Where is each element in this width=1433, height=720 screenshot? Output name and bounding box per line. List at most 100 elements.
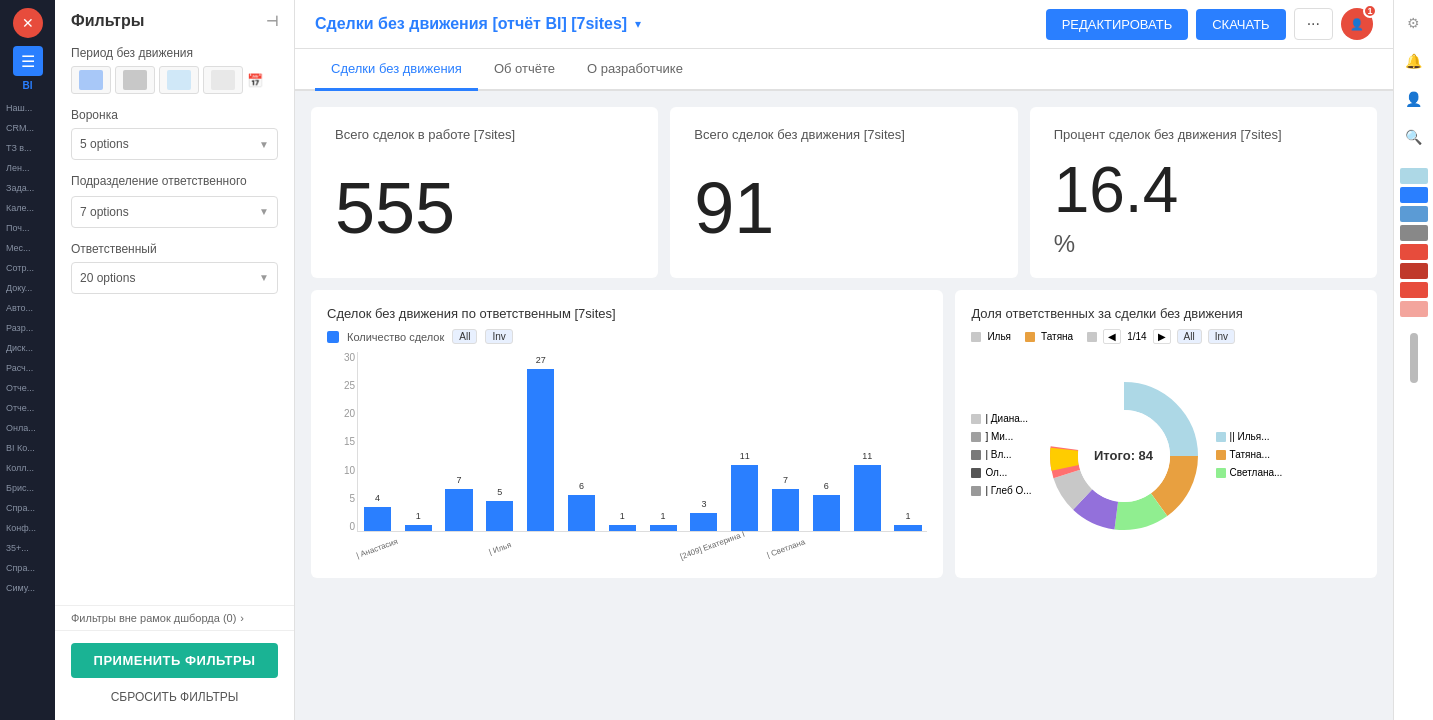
y-tick: 10 [327, 465, 355, 476]
pie-legend-item: Ол... [971, 467, 1031, 478]
top-bar-right: РЕДАКТИРОВАТЬ СКАЧАТЬ ··· 👤 1 [1046, 8, 1373, 40]
bar[interactable]: 1 [894, 525, 921, 531]
menu-icon[interactable]: ☰ [13, 46, 43, 76]
download-button[interactable]: СКАЧАТЬ [1196, 9, 1285, 40]
kpi-inactive-deals-value: 91 [694, 158, 993, 258]
pie-label: || Илья... [1230, 431, 1270, 442]
pie-legend-item: Светлана... [1216, 467, 1283, 478]
responsible-select-value: 20 options [80, 271, 135, 285]
tab-about-report[interactable]: Об отчёте [478, 49, 571, 91]
bar-bottom-label: | Светлана [760, 536, 810, 562]
sidebar-item-nav-24[interactable]: Спра... [4, 559, 51, 577]
bar[interactable]: 27 [527, 369, 554, 531]
sidebar-item-nav-23[interactable]: 35+... [4, 539, 51, 557]
notifications-icon[interactable]: 🔔 [1399, 46, 1429, 76]
kpi-percent-unit: % [1054, 230, 1353, 258]
sidebar-item-nav-9[interactable]: Сотр... [4, 259, 51, 277]
funnel-select[interactable]: 5 options ▼ [71, 128, 278, 160]
sidebar-item-nav-17[interactable]: Онла... [4, 419, 51, 437]
pie-donut-area: | Диана... ] Ми... | Вл... Ол... [971, 350, 1361, 562]
sidebar-item-nav-19[interactable]: Колл... [4, 459, 51, 477]
sidebar-item-nav-18[interactable]: BI Ко... [4, 439, 51, 457]
bar[interactable]: 11 [854, 465, 881, 531]
calendar-icon[interactable]: 📅 [247, 73, 263, 88]
department-select[interactable]: 7 options ▼ [71, 196, 278, 228]
bar[interactable]: 7 [772, 489, 799, 531]
more-options-button[interactable]: ··· [1294, 8, 1333, 40]
pie-first-legend-dot [971, 332, 981, 342]
sidebar-item-nav-14[interactable]: Расч... [4, 359, 51, 377]
sidebar-item-nav-6[interactable]: Кале... [4, 199, 51, 217]
pie-chart-card: Доля ответственных за сделки без движени… [955, 290, 1377, 578]
user-icon[interactable]: 👤 [1399, 84, 1429, 114]
sidebar-item-nav-25[interactable]: Симу... [4, 579, 51, 597]
pie-nav-dot [1087, 332, 1097, 342]
pie-legend-item: Татяна... [1216, 449, 1283, 460]
legend-inv-button[interactable]: Inv [485, 329, 512, 344]
bar[interactable]: 5 [486, 501, 513, 531]
sidebar-item-nav-2[interactable]: CRM... [4, 119, 51, 137]
bar-top-label: 7 [457, 475, 462, 485]
bar-top-label: 1 [661, 511, 666, 521]
tab-deals-no-movement[interactable]: Сделки без движения [315, 49, 478, 91]
bar[interactable]: 1 [405, 525, 432, 531]
bar[interactable]: 6 [813, 495, 840, 531]
settings-icon[interactable]: ⚙ [1399, 8, 1429, 38]
legend-all-button[interactable]: All [452, 329, 477, 344]
bar[interactable]: 1 [609, 525, 636, 531]
extra-filters-label: Фильтры вне рамок дшборда (0) [71, 612, 236, 624]
edit-button[interactable]: РЕДАКТИРОВАТЬ [1046, 9, 1189, 40]
bar-item: 6 [807, 352, 846, 531]
sidebar-item-nav-13[interactable]: Диск... [4, 339, 51, 357]
kpi-card-inactive-deals: Всего сделок без движения [7sites] 91 [670, 107, 1017, 278]
sidebar-item-nav-22[interactable]: Конф... [4, 519, 51, 537]
y-axis: 30 25 20 15 10 5 0 [327, 352, 355, 532]
bar[interactable]: 4 [364, 507, 391, 531]
pie-nav-prev[interactable]: ◀ [1103, 329, 1121, 344]
pie-inv-button[interactable]: Inv [1208, 329, 1235, 344]
pie-label: | Глеб О... [985, 485, 1031, 496]
funnel-filter-group: Воронка 5 options ▼ [71, 108, 278, 160]
extra-filters[interactable]: Фильтры вне рамок дшборда (0) › [55, 605, 294, 630]
pie-all-button[interactable]: All [1177, 329, 1202, 344]
bar-top-label: 11 [740, 451, 750, 461]
pie-dot [1216, 450, 1226, 460]
pie-nav-next[interactable]: ▶ [1153, 329, 1171, 344]
sidebar-item-nav-1[interactable]: Наш... [4, 99, 51, 117]
bar[interactable]: 1 [650, 525, 677, 531]
sidebar-item-nav-4[interactable]: Лен... [4, 159, 51, 177]
search-icon[interactable]: 🔍 [1399, 122, 1429, 152]
sidebar-item-nav-8[interactable]: Мес... [4, 239, 51, 257]
department-filter-group: Подразделение ответственного 7 options ▼ [71, 174, 278, 228]
sidebar-item-nav-10[interactable]: Доку... [4, 279, 51, 297]
reset-filters-button[interactable]: СБРОСИТЬ ФИЛЬТРЫ [71, 686, 278, 708]
bar[interactable]: 7 [445, 489, 472, 531]
sidebar-item-nav-16[interactable]: Отче... [4, 399, 51, 417]
sidebar-item-nav-5[interactable]: Зада... [4, 179, 51, 197]
pie-labels-left: | Диана... ] Ми... | Вл... Ол... [971, 413, 1031, 499]
bar-top-label: 7 [783, 475, 788, 485]
sidebar-item-nav-20[interactable]: Брис... [4, 479, 51, 497]
avatar[interactable]: 👤 1 [1341, 8, 1373, 40]
tab-about-developer[interactable]: О разработчике [571, 49, 699, 91]
apply-filters-button[interactable]: ПРИМЕНИТЬ ФИЛЬТРЫ [71, 643, 278, 678]
bar[interactable]: 11 [731, 465, 758, 531]
sidebar-item-nav-11[interactable]: Авто... [4, 299, 51, 317]
bar-chart-legend: Количество сделок All Inv [327, 329, 927, 344]
sidebar-item-nav-21[interactable]: Спра... [4, 499, 51, 517]
close-button[interactable]: ✕ [13, 8, 43, 38]
kpi-total-deals-title: Всего сделок в работе [7sites] [335, 127, 634, 142]
department-label: Подразделение ответственного [71, 174, 278, 190]
sidebar-item-nav-15[interactable]: Отче... [4, 379, 51, 397]
sidebar-item-nav-12[interactable]: Разр... [4, 319, 51, 337]
bar[interactable]: 6 [568, 495, 595, 531]
report-title-dropdown[interactable]: ▾ [635, 17, 641, 31]
scrollbar-thumb[interactable] [1410, 333, 1418, 383]
sidebar-item-nav-7[interactable]: Поч... [4, 219, 51, 237]
pie-chart-container: Итого: 84 [1044, 376, 1204, 536]
pie-label: Светлана... [1230, 467, 1283, 478]
responsible-select[interactable]: 20 options ▼ [71, 262, 278, 294]
bar[interactable]: 3 [690, 513, 717, 531]
collapse-filters-button[interactable]: ⊣ [266, 13, 278, 29]
sidebar-item-nav-3[interactable]: ТЗ в... [4, 139, 51, 157]
